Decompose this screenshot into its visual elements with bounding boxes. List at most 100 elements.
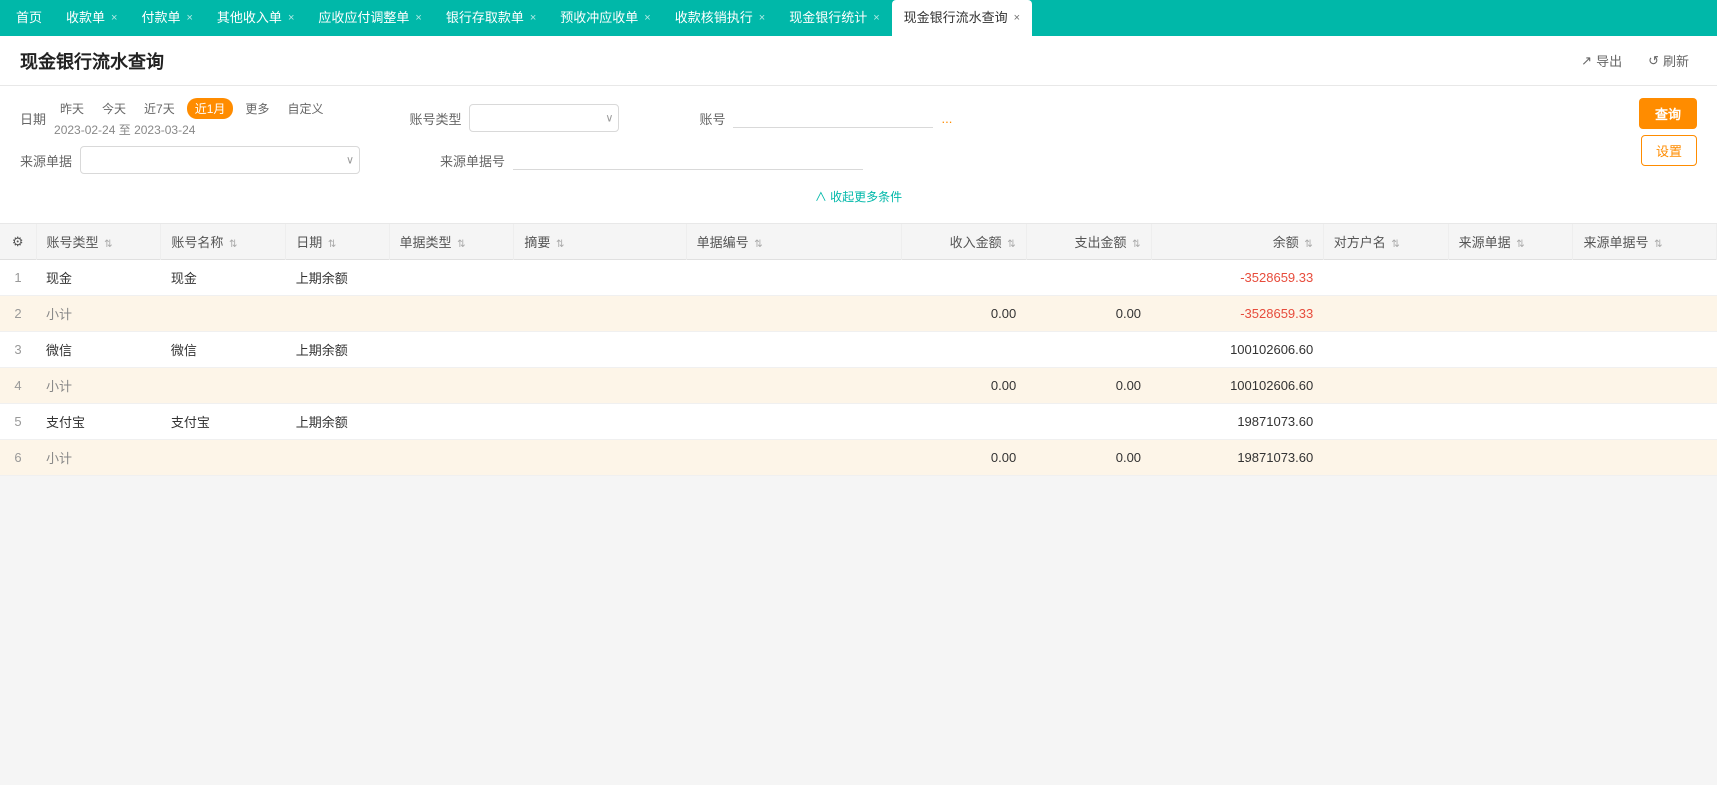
cell-date xyxy=(286,296,389,332)
nav-item-现金银行流水查询[interactable]: 现金银行流水查询× xyxy=(892,0,1032,36)
col-balance[interactable]: 余额 ⇅ xyxy=(1151,224,1323,260)
cell-doc-no xyxy=(686,368,901,404)
table-row: 6 小计 0.00 0.00 19871073.60 xyxy=(0,440,1717,476)
nav-close-icon[interactable]: × xyxy=(530,0,536,36)
cell-date: 上期余额 xyxy=(286,260,389,296)
cell-rownum: 4 xyxy=(0,368,36,404)
account-label: 账号 xyxy=(699,109,725,128)
data-table-container: ⚙ 账号类型 ⇅ 账号名称 ⇅ 日期 ⇅ 单据类型 ⇅ 摘要 ⇅ 单据编号 ⇅ … xyxy=(0,224,1717,476)
nav-item-首页[interactable]: 首页 xyxy=(4,0,54,36)
gear-icon[interactable]: ⚙ xyxy=(12,234,24,249)
account-more-button[interactable]: ... xyxy=(941,111,952,126)
cell-doc-type xyxy=(389,368,514,404)
page-header: 现金银行流水查询 ↗ 导出 ↺ 刷新 xyxy=(0,36,1717,86)
cell-expense xyxy=(1026,404,1151,440)
nav-close-icon[interactable]: × xyxy=(186,0,192,36)
refresh-button[interactable]: ↺ 刷新 xyxy=(1640,47,1697,74)
export-button[interactable]: ↗ 导出 xyxy=(1573,47,1630,74)
col-settings[interactable]: ⚙ xyxy=(0,224,36,260)
cell-summary xyxy=(514,404,686,440)
date-today[interactable]: 今天 xyxy=(96,98,132,119)
col-counterparty[interactable]: 对方户名 ⇅ xyxy=(1323,224,1448,260)
cell-date xyxy=(286,440,389,476)
cell-expense: 0.00 xyxy=(1026,296,1151,332)
source-doc-select-wrapper xyxy=(80,146,360,174)
cell-balance: -3528659.33 xyxy=(1151,296,1323,332)
cell-account-name xyxy=(161,440,286,476)
table-row: 4 小计 0.00 0.00 100102606.60 xyxy=(0,368,1717,404)
cell-income xyxy=(901,260,1026,296)
date-yesterday[interactable]: 昨天 xyxy=(54,98,90,119)
col-account-name[interactable]: 账号名称 ⇅ xyxy=(161,224,286,260)
settings-button[interactable]: 设置 xyxy=(1641,135,1697,166)
table-body: 1 现金 现金 上期余额 -3528659.33 2 小计 0.00 0.00 … xyxy=(0,260,1717,476)
date-more[interactable]: 更多 xyxy=(239,98,275,119)
cell-income: 0.00 xyxy=(901,368,1026,404)
table-row: 1 现金 现金 上期余额 -3528659.33 xyxy=(0,260,1717,296)
date-7days[interactable]: 近7天 xyxy=(138,98,181,119)
account-type-label: 账号类型 xyxy=(409,109,461,128)
col-income[interactable]: 收入金额 ⇅ xyxy=(901,224,1026,260)
cell-summary xyxy=(514,332,686,368)
cell-expense: 0.00 xyxy=(1026,440,1151,476)
cell-source-doc xyxy=(1448,368,1573,404)
cell-doc-no xyxy=(686,404,901,440)
cell-account-type: 小计 xyxy=(36,440,161,476)
account-type-filter: 账号类型 xyxy=(409,104,619,132)
nav-item-收款核销执行[interactable]: 收款核销执行× xyxy=(663,0,777,36)
export-icon: ↗ xyxy=(1581,53,1592,69)
col-account-type[interactable]: 账号类型 ⇅ xyxy=(36,224,161,260)
date-range-display: 2023-02-24 至 2023-03-24 xyxy=(54,121,329,138)
cell-source-doc xyxy=(1448,296,1573,332)
nav-close-icon[interactable]: × xyxy=(759,0,765,36)
nav-item-付款单[interactable]: 付款单× xyxy=(129,0,204,36)
refresh-icon: ↺ xyxy=(1648,53,1659,69)
account-input[interactable] xyxy=(733,108,933,128)
cell-rownum: 1 xyxy=(0,260,36,296)
cell-account-type: 支付宝 xyxy=(36,404,161,440)
col-source-doc-no[interactable]: 来源单据号 ⇅ xyxy=(1573,224,1717,260)
date-1month[interactable]: 近1月 xyxy=(187,98,234,119)
source-doc-select[interactable] xyxy=(80,146,360,174)
query-button[interactable]: 查询 xyxy=(1639,98,1697,129)
nav-close-icon[interactable]: × xyxy=(111,0,117,36)
date-custom[interactable]: 自定义 xyxy=(281,98,329,119)
cell-counterparty xyxy=(1323,332,1448,368)
nav-item-其他收入单[interactable]: 其他收入单× xyxy=(205,0,306,36)
cell-rownum: 6 xyxy=(0,440,36,476)
collapse-bar[interactable]: ∧ 收起更多条件 xyxy=(20,182,1697,211)
cell-balance: 19871073.60 xyxy=(1151,440,1323,476)
nav-close-icon[interactable]: × xyxy=(873,0,879,36)
nav-item-银行存取款单[interactable]: 银行存取款单× xyxy=(434,0,548,36)
col-source-doc[interactable]: 来源单据 ⇅ xyxy=(1448,224,1573,260)
cell-doc-type xyxy=(389,440,514,476)
cell-doc-type xyxy=(389,260,514,296)
cell-doc-type xyxy=(389,404,514,440)
nav-item-预收冲应收单[interactable]: 预收冲应收单× xyxy=(548,0,662,36)
col-expense[interactable]: 支出金额 ⇅ xyxy=(1026,224,1151,260)
account-type-select[interactable] xyxy=(469,104,619,132)
nav-close-icon[interactable]: × xyxy=(288,0,294,36)
col-doc-type[interactable]: 单据类型 ⇅ xyxy=(389,224,514,260)
top-navigation: 首页收款单×付款单×其他收入单×应收应付调整单×银行存取款单×预收冲应收单×收款… xyxy=(0,0,1717,36)
source-doc-no-input[interactable] xyxy=(513,150,863,170)
cell-expense: 0.00 xyxy=(1026,368,1151,404)
nav-item-现金银行统计[interactable]: 现金银行统计× xyxy=(777,0,891,36)
page-title: 现金银行流水查询 xyxy=(20,48,164,74)
cell-expense xyxy=(1026,332,1151,368)
cell-source-doc xyxy=(1448,404,1573,440)
cell-date: 上期余额 xyxy=(286,404,389,440)
cell-doc-no xyxy=(686,260,901,296)
nav-close-icon[interactable]: × xyxy=(644,0,650,36)
nav-item-收款单[interactable]: 收款单× xyxy=(54,0,129,36)
nav-close-icon[interactable]: × xyxy=(415,0,421,36)
nav-close-icon[interactable]: × xyxy=(1014,0,1020,36)
cell-account-name xyxy=(161,368,286,404)
cell-rownum: 5 xyxy=(0,404,36,440)
col-date[interactable]: 日期 ⇅ xyxy=(286,224,389,260)
cell-balance: 19871073.60 xyxy=(1151,404,1323,440)
account-filter: 账号 ... xyxy=(699,108,952,128)
col-summary[interactable]: 摘要 ⇅ xyxy=(514,224,686,260)
nav-item-应收应付调整单[interactable]: 应收应付调整单× xyxy=(306,0,433,36)
col-doc-no[interactable]: 单据编号 ⇅ xyxy=(686,224,901,260)
